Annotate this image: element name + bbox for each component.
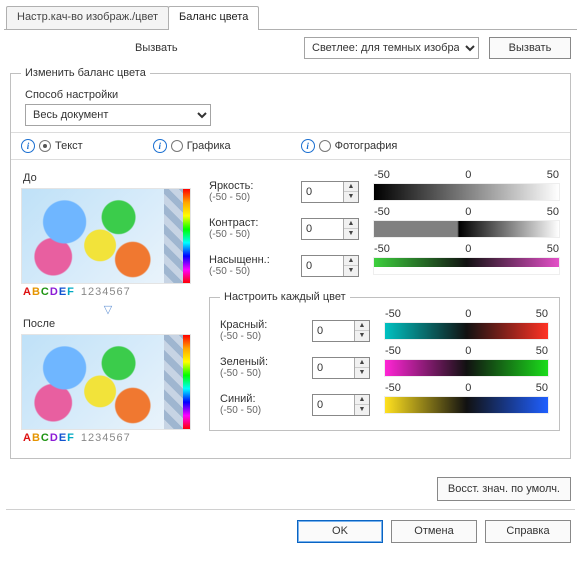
ok-button[interactable]: OK	[297, 520, 383, 543]
method-label: Способ настройки	[25, 89, 560, 101]
tab-strip: Настр.кач-во изображ./цвет Баланс цвета	[6, 6, 581, 30]
cat-graphic-label: Графика	[187, 140, 231, 152]
preview-before	[21, 188, 191, 284]
cat-photo-label: Фотография	[335, 140, 398, 152]
help-button[interactable]: Справка	[485, 520, 571, 543]
info-icon[interactable]: i	[153, 139, 167, 153]
top-bar: Вызвать Светлее: для темных изображ Вызв…	[0, 31, 581, 67]
green-label: Зеленый:	[220, 356, 306, 368]
spin-down-icon[interactable]: ▼	[355, 368, 369, 378]
before-label: До	[23, 172, 195, 184]
spin-down-icon[interactable]: ▼	[344, 192, 358, 202]
spin-down-icon[interactable]: ▼	[355, 405, 369, 415]
spin-up-icon[interactable]: ▲	[344, 182, 358, 192]
call-label: Вызвать	[135, 42, 178, 54]
brightness-bar[interactable]: -50050	[373, 183, 560, 201]
tab-color-balance[interactable]: Баланс цвета	[168, 6, 259, 30]
contrast-label: Контраст:	[209, 217, 295, 229]
restore-defaults-button[interactable]: Восст. знач. по умолч.	[437, 477, 571, 501]
radio-text[interactable]	[39, 140, 51, 152]
contrast-bar[interactable]: -50050	[373, 220, 560, 238]
brightness-spinner[interactable]: ▲▼	[301, 181, 359, 203]
category-row: i Текст i Графика i Фотография	[11, 132, 570, 160]
spin-up-icon[interactable]: ▲	[355, 321, 369, 331]
saturation-bar[interactable]: -50050	[373, 257, 560, 275]
arrow-down-icon: ▽	[21, 303, 195, 316]
red-bar[interactable]: -50050	[384, 322, 549, 340]
after-label: После	[23, 318, 195, 330]
group-title: Изменить баланс цвета	[21, 67, 150, 79]
red-spinner[interactable]: ▲▼	[312, 320, 370, 342]
blue-label: Синий:	[220, 393, 306, 405]
spin-down-icon[interactable]: ▼	[344, 229, 358, 239]
cancel-button[interactable]: Отмена	[391, 520, 477, 543]
brightness-label: Яркость:	[209, 180, 295, 192]
contrast-spinner[interactable]: ▲▼	[301, 218, 359, 240]
spin-down-icon[interactable]: ▼	[355, 331, 369, 341]
radio-photo[interactable]	[319, 140, 331, 152]
blue-bar[interactable]: -50050	[384, 396, 549, 414]
spin-up-icon[interactable]: ▲	[355, 395, 369, 405]
radio-graphic[interactable]	[171, 140, 183, 152]
saturation-label: Насыщенн.:	[209, 254, 295, 266]
call-button[interactable]: Вызвать	[489, 37, 571, 59]
red-label: Красный:	[220, 319, 306, 331]
cat-text-label: Текст	[55, 140, 83, 152]
spin-up-icon[interactable]: ▲	[344, 219, 358, 229]
green-bar[interactable]: -50050	[384, 359, 549, 377]
adjust-title: Настроить каждый цвет	[220, 291, 350, 303]
saturation-spinner[interactable]: ▲▼	[301, 255, 359, 277]
preview-after	[21, 334, 191, 430]
adjust-each-color-group: Настроить каждый цвет Красный:(-50 - 50)…	[209, 291, 560, 431]
blue-spinner[interactable]: ▲▼	[312, 394, 370, 416]
sliders-column: Яркость:(-50 - 50) ▲▼ -50050 Контраст:(-…	[209, 170, 560, 448]
spin-up-icon[interactable]: ▲	[355, 358, 369, 368]
preview-column: До ABCDEF1234567 ▽ После ABCDEF1234567	[21, 170, 195, 448]
dialog-button-row: OK Отмена Справка	[0, 510, 581, 543]
spin-down-icon[interactable]: ▼	[344, 266, 358, 276]
info-icon[interactable]: i	[21, 139, 35, 153]
preset-combo[interactable]: Светлее: для темных изображ	[304, 37, 479, 59]
green-spinner[interactable]: ▲▼	[312, 357, 370, 379]
info-icon[interactable]: i	[301, 139, 315, 153]
method-combo[interactable]: Весь документ	[25, 104, 211, 126]
color-balance-group: Изменить баланс цвета Способ настройки В…	[10, 67, 571, 459]
spin-up-icon[interactable]: ▲	[344, 256, 358, 266]
tab-quality-color[interactable]: Настр.кач-во изображ./цвет	[6, 6, 169, 30]
